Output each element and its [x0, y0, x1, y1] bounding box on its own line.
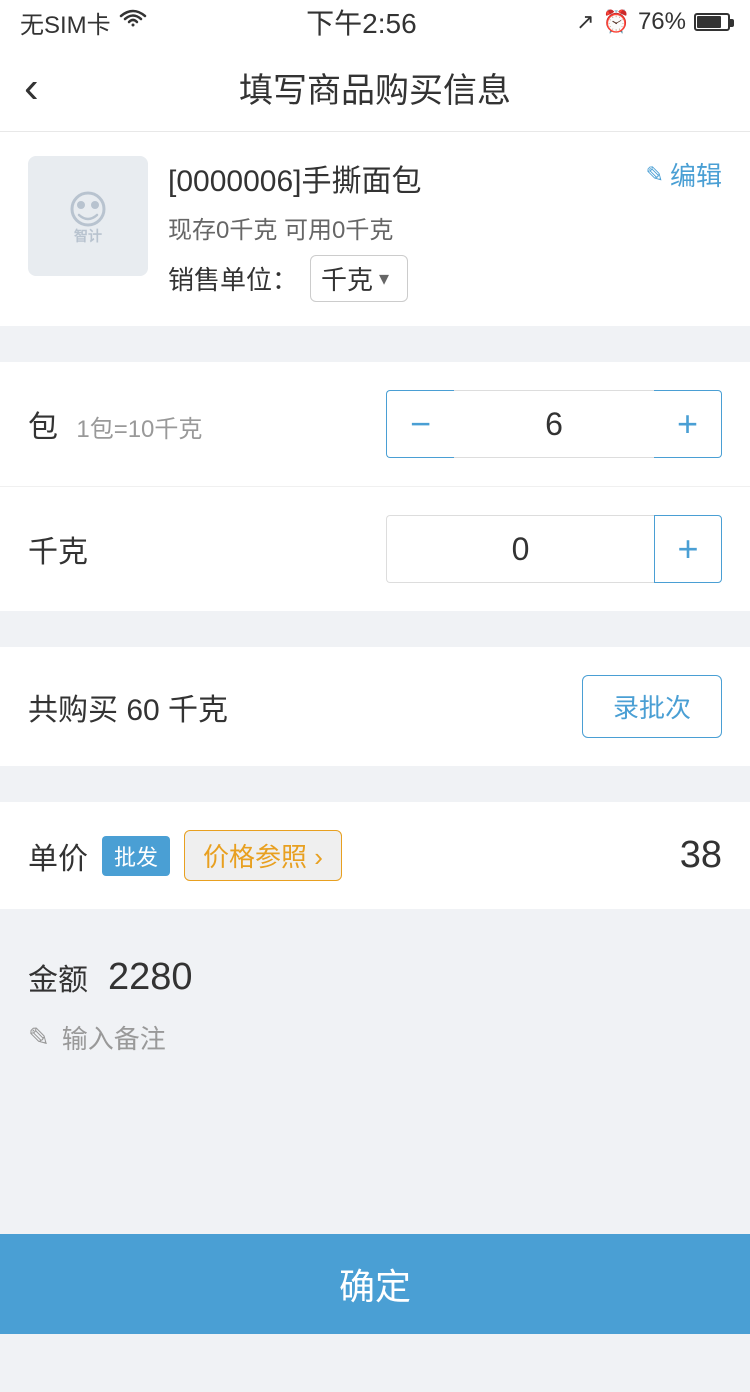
status-right: ↗ ⏰ 76%	[576, 8, 730, 36]
status-left: 无SIM卡	[20, 5, 147, 40]
edit-button[interactable]: ✎ 编辑	[646, 156, 722, 193]
batch-tag: 批发	[102, 836, 170, 876]
note-placeholder: 输入备注	[62, 1019, 166, 1056]
location-icon: ↗	[576, 9, 594, 35]
pencil-icon: ✎	[28, 1022, 50, 1053]
quantity-section: 包 1包=10千克 − + 千克 +	[0, 362, 750, 611]
product-stock: 现存0千克 可用0千克	[168, 210, 722, 245]
svg-text:智计: 智计	[73, 228, 102, 244]
amount-value: 2280	[108, 956, 193, 999]
divider-1	[0, 344, 750, 362]
decrement-bao-button[interactable]: −	[386, 390, 454, 458]
price-ref-button[interactable]: 价格参照 ›	[184, 830, 342, 881]
divider-2	[0, 629, 750, 647]
product-unit-row: 销售单位： 千克 ▾	[168, 255, 722, 302]
product-info: [0000006]手撕面包 ✎ 编辑 现存0千克 可用0千克 销售单位： 千克 …	[168, 156, 722, 302]
nav-bar: ‹ 填写商品购买信息	[0, 44, 750, 132]
increment-bao-button[interactable]: +	[654, 390, 722, 458]
divider-3	[0, 784, 750, 802]
price-section: 单价 批发 价格参照 › 38	[0, 802, 750, 909]
price-value: 38	[680, 834, 722, 877]
back-button[interactable]: ‹	[24, 63, 39, 113]
price-left: 单价 批发 价格参照 ›	[28, 830, 342, 881]
quantity-row-kg: 千克 +	[0, 487, 750, 611]
amount-section: 金额 2280 ✎ 输入备注	[0, 927, 750, 1072]
time-display: 下午2:56	[306, 2, 417, 42]
amount-row: 金额 2280	[28, 955, 722, 999]
edit-icon: ✎	[646, 162, 664, 188]
battery-percent: 76%	[638, 8, 686, 36]
amount-label: 金额	[28, 955, 88, 999]
note-row[interactable]: ✎ 输入备注	[28, 1019, 722, 1056]
product-name: [0000006]手撕面包	[168, 156, 421, 200]
product-thumbnail: 智计	[28, 156, 148, 276]
unit-select[interactable]: 千克 ▾	[310, 255, 408, 302]
qty-label-bao: 包 1包=10千克	[28, 402, 386, 446]
summary-section: 共购买 60 千克 录批次	[0, 647, 750, 766]
qty-input-bao[interactable]	[454, 390, 654, 458]
edit-label: 编辑	[670, 156, 722, 193]
record-batch-button[interactable]: 录批次	[582, 675, 722, 738]
summary-text: 共购买 60 千克	[28, 685, 228, 729]
bottom-space	[0, 1072, 750, 1392]
qty-controls-bao: − +	[386, 390, 722, 458]
wifi-icon	[119, 8, 147, 36]
qty-controls-kg: +	[386, 515, 722, 583]
unit-value: 千克	[321, 260, 373, 297]
increment-kg-button[interactable]: +	[654, 515, 722, 583]
status-bar: 无SIM卡 下午2:56 ↗ ⏰ 76%	[0, 0, 750, 44]
qty-input-kg[interactable]	[386, 515, 654, 583]
qty-label-kg: 千克	[28, 527, 386, 571]
page-title: 填写商品购买信息	[239, 63, 511, 112]
quantity-row-bao: 包 1包=10千克 − +	[0, 362, 750, 487]
price-row: 单价 批发 价格参照 › 38	[28, 830, 722, 881]
alarm-icon: ⏰	[603, 9, 630, 35]
battery-icon	[694, 13, 730, 31]
price-label: 单价	[28, 834, 88, 878]
unit-label: 销售单位：	[168, 260, 298, 297]
qty-sublabel-bao: 1包=10千克	[76, 416, 202, 443]
carrier-text: 无SIM卡	[20, 5, 111, 40]
dropdown-icon: ▾	[379, 266, 389, 291]
product-card: 智计 [0000006]手撕面包 ✎ 编辑 现存0千克 可用0千克 销售单位： …	[0, 132, 750, 326]
confirm-button[interactable]: 确定	[0, 1234, 750, 1334]
